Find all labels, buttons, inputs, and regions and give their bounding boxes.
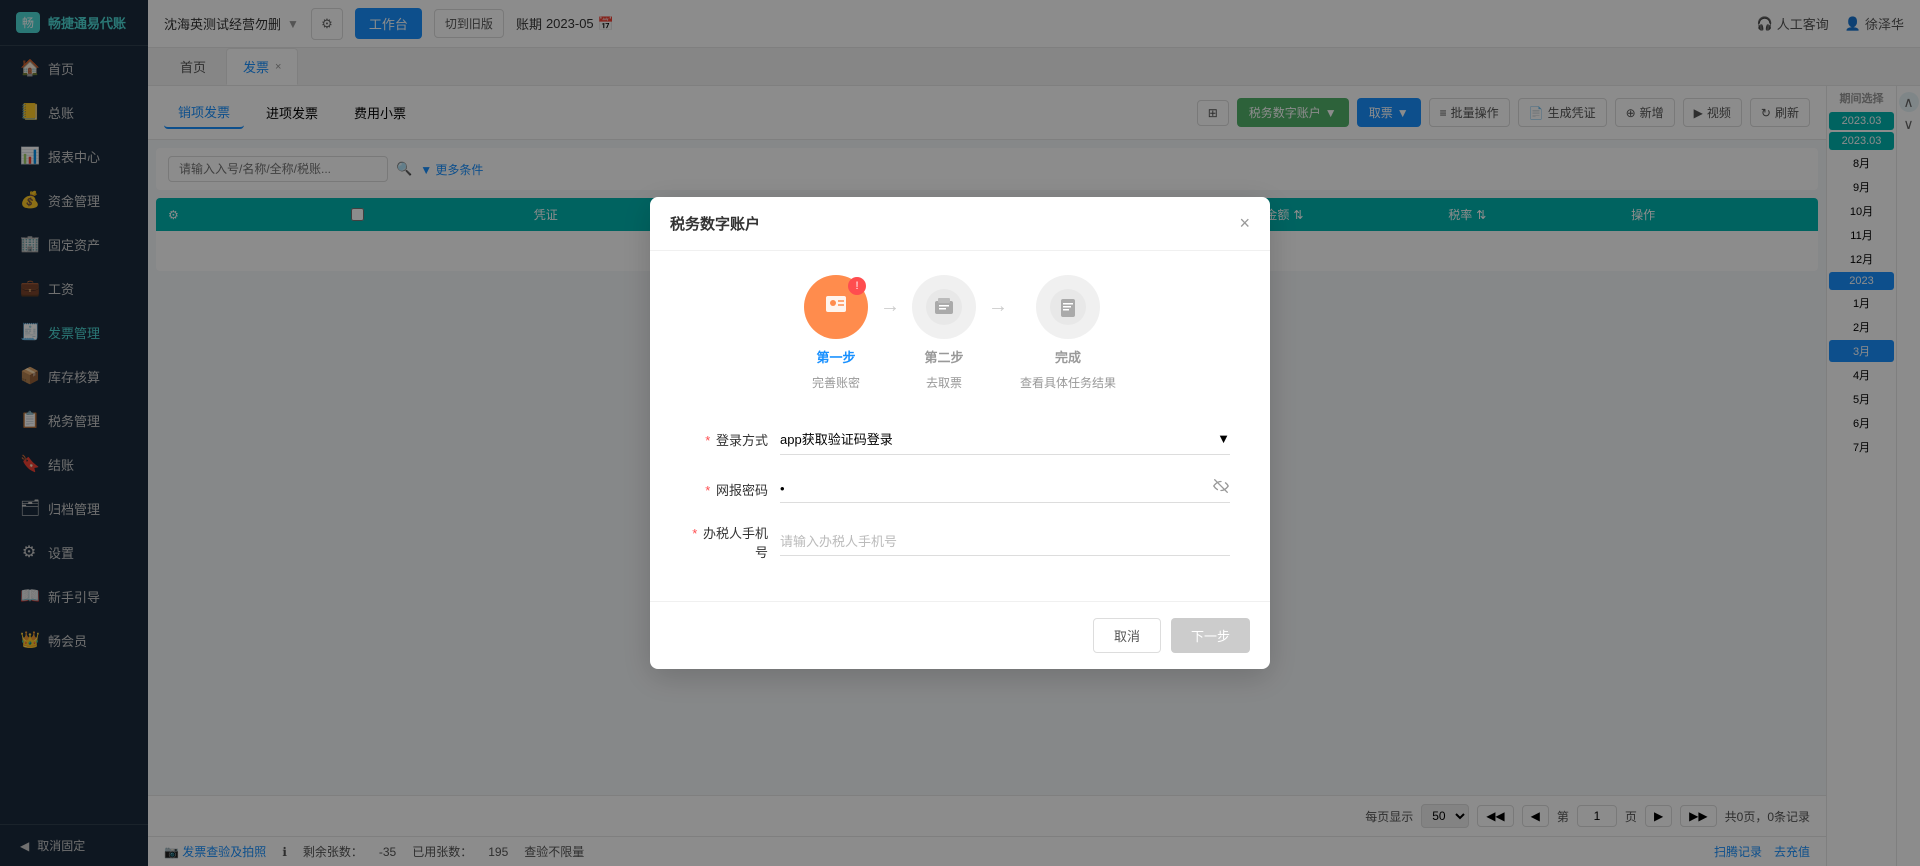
step-3: 完成 查看具体任务结果 [1020, 275, 1116, 391]
step-arrow-2: → [976, 295, 1020, 318]
phone-label: * 办税人手机号 [690, 523, 780, 561]
password-control [780, 475, 1230, 503]
modal-body: ! 第一步 完善账密 → [650, 251, 1270, 601]
step-2-label: 第二步 [924, 347, 963, 366]
cancel-button[interactable]: 取消 [1093, 618, 1161, 653]
step-1-badge: ! [848, 277, 866, 295]
login-method-label: * 登录方式 [690, 430, 780, 449]
select-dropdown-icon: ▼ [1217, 431, 1230, 446]
login-method-control: app获取验证码登录 ▼ [780, 423, 1230, 455]
step-1-icon: ! [804, 275, 868, 339]
eye-icon[interactable] [1212, 477, 1230, 500]
login-method-form-item: * 登录方式 app获取验证码登录 ▼ [690, 423, 1230, 455]
step-arrow-1: → [868, 295, 912, 318]
required-mark: * [705, 433, 710, 448]
modal-footer: 取消 下一步 [650, 601, 1270, 669]
step-2: 第二步 去取票 [912, 275, 976, 391]
login-method-value: app获取验证码登录 [780, 429, 893, 448]
phone-form-item: * 办税人手机号 [690, 523, 1230, 561]
next-button[interactable]: 下一步 [1171, 618, 1250, 653]
modal-header: 税务数字账户 × [650, 197, 1270, 251]
step-3-label: 完成 [1055, 347, 1081, 366]
login-method-select[interactable]: app获取验证码登录 ▼ [780, 423, 1230, 455]
step-1-person-icon [818, 286, 854, 329]
step-1-desc: 完善账密 [812, 374, 860, 391]
required-mark-2: * [705, 483, 710, 498]
steps: ! 第一步 完善账密 → [690, 275, 1230, 391]
step-3-desc: 查看具体任务结果 [1020, 374, 1116, 391]
modal-close-button[interactable]: × [1239, 213, 1250, 234]
phone-control [780, 528, 1230, 556]
step-1-label: 第一步 [816, 347, 855, 366]
tax-digital-modal: 税务数字账户 × [650, 197, 1270, 669]
password-form-item: * 网报密码 [690, 475, 1230, 503]
password-label: * 网报密码 [690, 480, 780, 499]
step-2-desc: 去取票 [926, 374, 962, 391]
modal-overlay: 税务数字账户 × [0, 0, 1920, 866]
password-input[interactable] [780, 475, 1212, 502]
password-wrapper [780, 475, 1230, 503]
step-2-icon [912, 275, 976, 339]
phone-input[interactable] [780, 528, 1230, 556]
step-1: ! 第一步 完善账密 [804, 275, 868, 391]
step-3-icon [1036, 275, 1100, 339]
modal-title: 税务数字账户 [670, 213, 760, 234]
required-mark-3: * [692, 526, 697, 541]
